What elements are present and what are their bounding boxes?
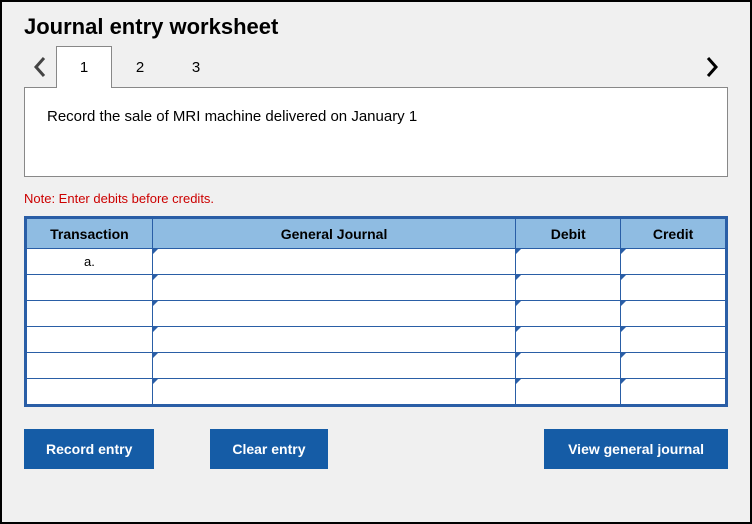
button-spacer <box>384 429 489 469</box>
note-text: Note: Enter debits before credits. <box>24 191 728 206</box>
cell-debit[interactable] <box>516 379 621 405</box>
prev-arrow[interactable] <box>24 56 56 78</box>
table-row <box>27 353 726 379</box>
th-credit: Credit <box>621 219 726 249</box>
worksheet-frame: Journal entry worksheet 1 2 3 Record the… <box>0 0 752 524</box>
clear-entry-button[interactable]: Clear entry <box>210 429 327 469</box>
th-transaction: Transaction <box>27 219 153 249</box>
page-title: Journal entry worksheet <box>24 14 728 40</box>
journal-grid-wrap: Transaction General Journal Debit Credit… <box>24 216 728 407</box>
cell-debit[interactable] <box>516 327 621 353</box>
chevron-right-icon <box>705 56 719 78</box>
cell-debit[interactable] <box>516 301 621 327</box>
table-row <box>27 327 726 353</box>
tab-2[interactable]: 2 <box>112 46 168 88</box>
cell-general-journal[interactable] <box>152 327 515 353</box>
tab-3[interactable]: 3 <box>168 46 224 88</box>
tab-nav-row: 1 2 3 <box>24 46 728 88</box>
cell-credit[interactable] <box>621 249 726 275</box>
button-row: Record entry Clear entry View general jo… <box>24 429 728 469</box>
tabs-container: 1 2 3 <box>56 46 224 88</box>
cell-credit[interactable] <box>621 327 726 353</box>
cell-credit[interactable] <box>621 275 726 301</box>
th-debit: Debit <box>516 219 621 249</box>
table-row <box>27 379 726 405</box>
table-header-row: Transaction General Journal Debit Credit <box>27 219 726 249</box>
cell-credit[interactable] <box>621 379 726 405</box>
view-general-journal-button[interactable]: View general journal <box>544 429 728 469</box>
table-row: a. <box>27 249 726 275</box>
chevron-left-icon <box>33 56 47 78</box>
cell-debit[interactable] <box>516 249 621 275</box>
th-general-journal: General Journal <box>152 219 515 249</box>
cell-transaction[interactable] <box>27 379 153 405</box>
cell-general-journal[interactable] <box>152 301 515 327</box>
instruction-box: Record the sale of MRI machine delivered… <box>24 87 728 177</box>
cell-credit[interactable] <box>621 301 726 327</box>
cell-general-journal[interactable] <box>152 275 515 301</box>
table-row <box>27 275 726 301</box>
instruction-text: Record the sale of MRI machine delivered… <box>47 108 417 125</box>
journal-table: Transaction General Journal Debit Credit… <box>26 218 726 405</box>
cell-transaction[interactable] <box>27 353 153 379</box>
tab-1[interactable]: 1 <box>56 46 112 88</box>
cell-general-journal[interactable] <box>152 249 515 275</box>
cell-transaction[interactable] <box>27 275 153 301</box>
cell-transaction[interactable] <box>27 301 153 327</box>
cell-debit[interactable] <box>516 275 621 301</box>
cell-credit[interactable] <box>621 353 726 379</box>
table-row <box>27 301 726 327</box>
cell-general-journal[interactable] <box>152 353 515 379</box>
cell-transaction[interactable]: a. <box>27 249 153 275</box>
cell-transaction[interactable] <box>27 327 153 353</box>
next-arrow[interactable] <box>696 56 728 78</box>
cell-debit[interactable] <box>516 353 621 379</box>
cell-general-journal[interactable] <box>152 379 515 405</box>
record-entry-button[interactable]: Record entry <box>24 429 154 469</box>
